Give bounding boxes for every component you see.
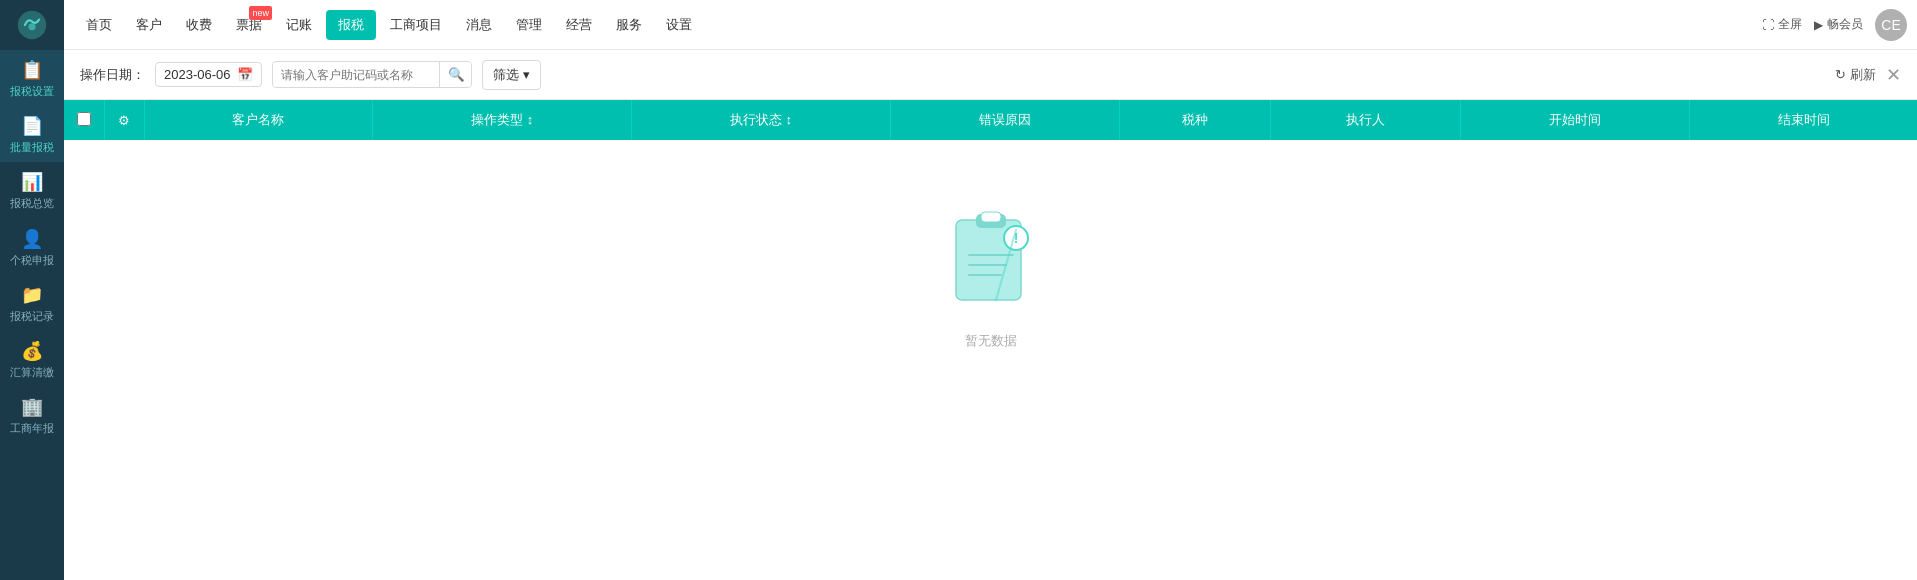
sidebar: (function() { const data = JSON.parse(do… — [0, 0, 64, 580]
close-button[interactable]: ✕ — [1886, 64, 1901, 86]
th-start-time: 开始时间 — [1461, 100, 1690, 140]
search-box: 🔍 — [272, 61, 472, 88]
topnav-item-customer[interactable]: 客户 — [124, 0, 174, 50]
calendar-icon: 📅 — [237, 67, 253, 82]
member-label: 畅会员 — [1827, 16, 1863, 33]
new-badge: new — [249, 6, 272, 20]
member-btn[interactable]: ▶ 畅会员 — [1814, 16, 1863, 33]
content: 操作日期： 2023-06-06 📅 🔍 筛选 ▾ ↻ 刷新 — [64, 50, 1917, 580]
toolbar-right: ↻ 刷新 ✕ — [1835, 64, 1901, 86]
th-end-time: 结束时间 — [1690, 100, 1917, 140]
date-value: 2023-06-06 — [164, 67, 231, 82]
svg-rect-4 — [981, 212, 1001, 222]
empty-state: ! 暂无数据 — [64, 140, 1917, 410]
topnav-item-piao[interactable]: 票据new — [224, 0, 274, 50]
th-tax-type: 税种 — [1119, 100, 1271, 140]
topnav-item-jizhang[interactable]: 记账 — [274, 0, 324, 50]
user-avatar[interactable]: CE — [1875, 9, 1907, 41]
topnav: (function() { const data = JSON.parse(do… — [64, 0, 1917, 50]
topnav-item-shezhi[interactable]: 设置 — [654, 0, 704, 50]
sidebar-label-gongshang-nianbao: 工商年报 — [10, 422, 54, 435]
search-input[interactable] — [273, 63, 439, 87]
settings-icon[interactable]: ⚙ — [118, 113, 130, 128]
main-area: (function() { const data = JSON.parse(do… — [64, 0, 1917, 580]
sidebar-label-baoshui-shezhi: 报税设置 — [10, 85, 54, 98]
topnav-item-fuwu[interactable]: 服务 — [604, 0, 654, 50]
sidebar-icon-piliang-baoshui: 📄 — [20, 114, 44, 138]
sort-icon-op-type[interactable]: ↕ — [527, 112, 534, 127]
sidebar-label-piliang-baoshui: 批量报税 — [10, 141, 54, 154]
topnav-item-home[interactable]: 首页 — [74, 0, 124, 50]
th-checkbox — [64, 100, 104, 140]
th-executor: 执行人 — [1271, 100, 1461, 140]
app-logo — [0, 0, 64, 50]
sort-icon-exec-status[interactable]: ↕ — [786, 112, 793, 127]
sidebar-icon-huisuan-jiaona: 💰 — [20, 339, 44, 363]
fullscreen-icon: ⛶ — [1762, 18, 1774, 32]
refresh-icon: ↻ — [1835, 67, 1846, 82]
topnav-item-gongshang[interactable]: 工商项目 — [378, 0, 454, 50]
refresh-button[interactable]: ↻ 刷新 — [1835, 66, 1876, 84]
sidebar-label-baoshui-jilu: 报税记录 — [10, 310, 54, 323]
topnav-item-guanli[interactable]: 管理 — [504, 0, 554, 50]
topnav-item-jingying[interactable]: 经营 — [554, 0, 604, 50]
empty-illustration: ! — [941, 200, 1041, 320]
sidebar-item-baoshui-shezhi[interactable]: 📋 报税设置 — [0, 50, 64, 106]
date-label: 操作日期： — [80, 66, 145, 84]
sidebar-item-gongshang-nianbao[interactable]: 🏢 工商年报 — [0, 387, 64, 443]
sidebar-item-baoshui-jilu[interactable]: 📁 报税记录 — [0, 275, 64, 331]
filter-button[interactable]: 筛选 ▾ — [482, 60, 541, 90]
table-area: ⚙ 客户名称 操作类型 ↕ 执行状态 ↕ 错误原因 税种 执行人 开始时间 结束… — [64, 100, 1917, 580]
page-area: 操作日期： 2023-06-06 📅 🔍 筛选 ▾ ↻ 刷新 — [64, 50, 1917, 580]
sidebar-icon-baoshui-jilu: 📁 — [20, 283, 44, 307]
topnav-item-baoshui[interactable]: 报税 — [326, 10, 376, 40]
sidebar-item-baoshui-zonglam[interactable]: 📊 报税总览 — [0, 162, 64, 218]
sidebar-icon-gongshang-nianbao: 🏢 — [20, 395, 44, 419]
sidebar-icon-geshui-shenbao: 👤 — [20, 227, 44, 251]
sidebar-item-geshui-shenbao[interactable]: 👤 个税申报 — [0, 219, 64, 275]
select-all-checkbox[interactable] — [77, 112, 91, 126]
topnav-right: ⛶ 全屏 ▶ 畅会员 CE — [1762, 9, 1907, 41]
date-picker[interactable]: 2023-06-06 📅 — [155, 62, 262, 87]
th-settings: ⚙ — [104, 100, 144, 140]
sidebar-icon-baoshui-zonglam: 📊 — [20, 170, 44, 194]
sidebar-item-huisuan-jiaona[interactable]: 💰 汇算清缴 — [0, 331, 64, 387]
svg-point-1 — [28, 23, 35, 30]
refresh-label: 刷新 — [1850, 66, 1876, 84]
fullscreen-label: 全屏 — [1778, 16, 1802, 33]
search-button[interactable]: 🔍 — [439, 62, 472, 87]
th-op-type: 操作类型 ↕ — [373, 100, 632, 140]
th-error-reason: 错误原因 — [890, 100, 1119, 140]
topnav-item-xiaoxi[interactable]: 消息 — [454, 0, 504, 50]
toolbar: 操作日期： 2023-06-06 📅 🔍 筛选 ▾ ↻ 刷新 — [64, 50, 1917, 100]
data-table: ⚙ 客户名称 操作类型 ↕ 执行状态 ↕ 错误原因 税种 执行人 开始时间 结束… — [64, 100, 1917, 140]
chevron-down-icon: ▾ — [523, 67, 530, 82]
table-header-row: ⚙ 客户名称 操作类型 ↕ 执行状态 ↕ 错误原因 税种 执行人 开始时间 结束… — [64, 100, 1917, 140]
filter-label: 筛选 — [493, 66, 519, 84]
th-customer-name: 客户名称 — [144, 100, 373, 140]
sidebar-label-baoshui-zonglam: 报税总览 — [10, 197, 54, 210]
play-icon: ▶ — [1814, 18, 1823, 32]
empty-text: 暂无数据 — [965, 332, 1017, 350]
sidebar-item-piliang-baoshui[interactable]: 📄 批量报税 — [0, 106, 64, 162]
topnav-item-shoufei[interactable]: 收费 — [174, 0, 224, 50]
fullscreen-btn[interactable]: ⛶ 全屏 — [1762, 16, 1802, 33]
sidebar-label-geshui-shenbao: 个税申报 — [10, 254, 54, 267]
sidebar-icon-baoshui-shezhi: 📋 — [20, 58, 44, 82]
th-exec-status: 执行状态 ↕ — [632, 100, 891, 140]
sidebar-label-huisuan-jiaona: 汇算清缴 — [10, 366, 54, 379]
